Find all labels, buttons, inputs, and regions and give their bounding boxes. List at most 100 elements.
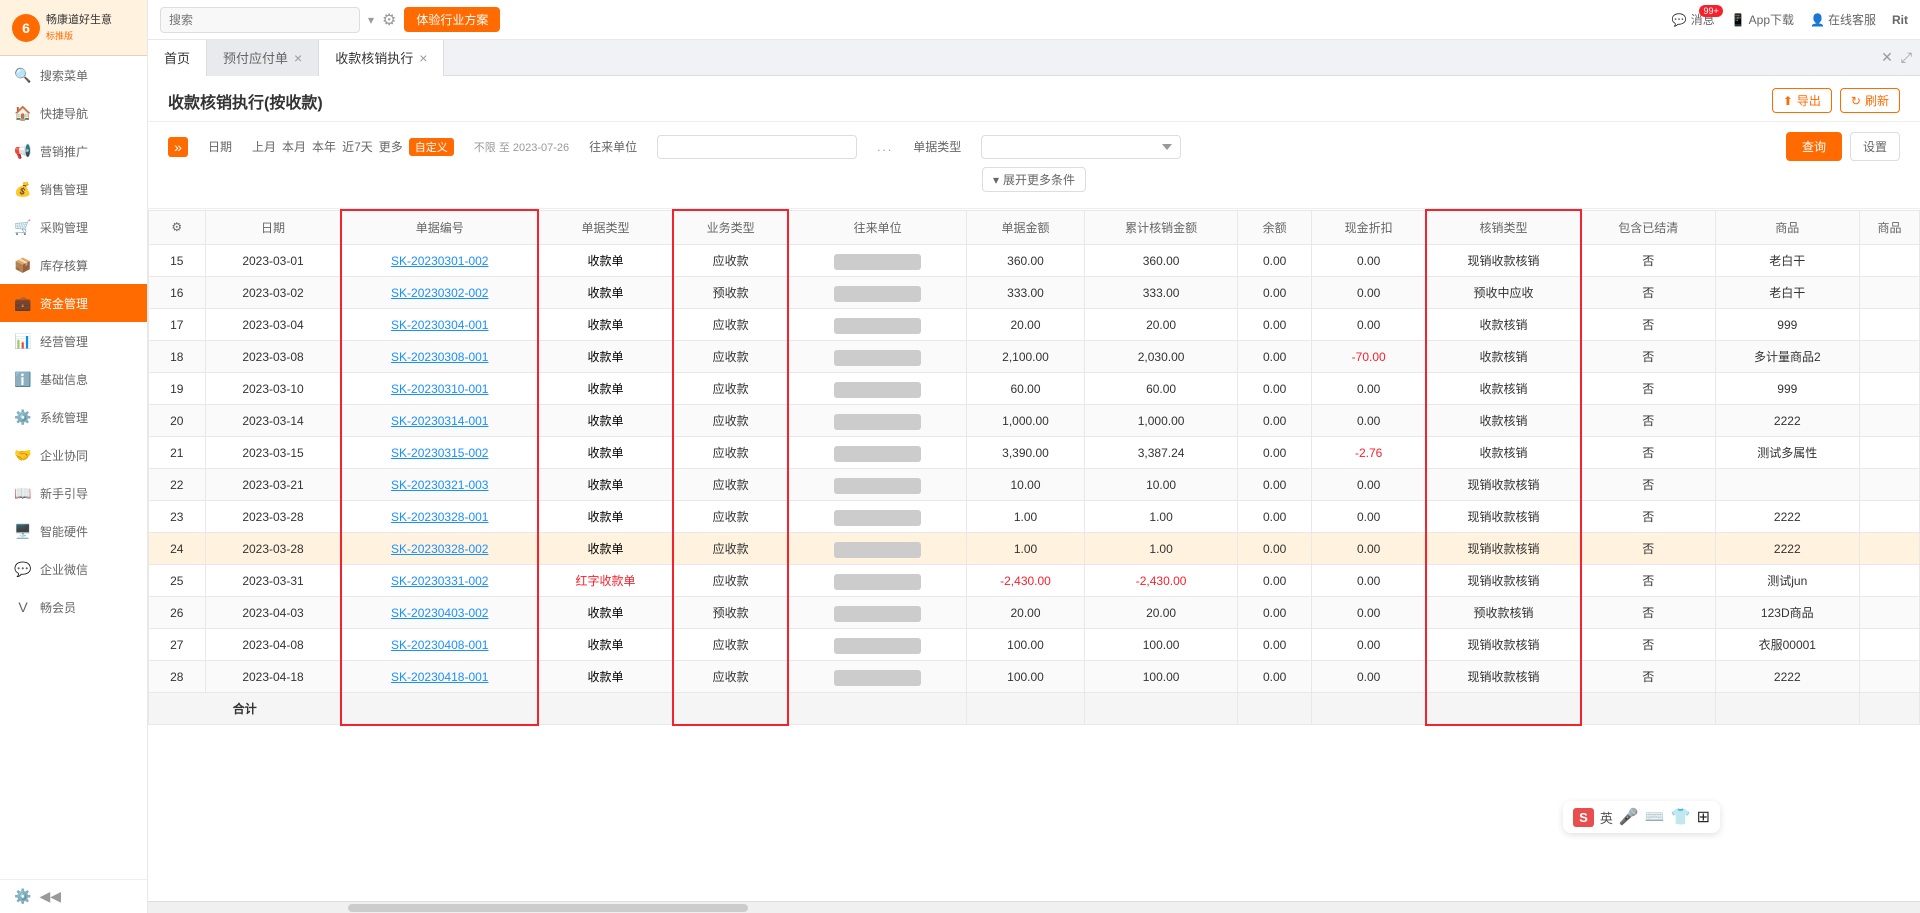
sidebar-item-purchase[interactable]: 🛒采购管理	[0, 208, 147, 246]
cell-date: 2023-03-02	[205, 277, 341, 309]
doc-no-link[interactable]: SK-20230308-001	[391, 350, 488, 364]
col-write-off-type[interactable]: 核销类型	[1426, 210, 1581, 245]
cell-discount: 0.00	[1312, 661, 1426, 693]
col-biz-type[interactable]: 业务类型	[673, 210, 788, 245]
cell-partner: ██████	[788, 245, 966, 277]
cell-date: 2023-04-08	[205, 629, 341, 661]
filter-action-buttons: 查询 设置	[1786, 132, 1900, 161]
col-product1[interactable]: 商品	[1715, 210, 1859, 245]
cell-product2	[1860, 661, 1920, 693]
cell-biz-type: 应收款	[673, 373, 788, 405]
sidebar-item-system[interactable]: ⚙️系统管理	[0, 398, 147, 436]
sidebar-item-enterprise[interactable]: 🤝企业协同	[0, 436, 147, 474]
doc-no-link[interactable]: SK-20230328-001	[391, 510, 488, 524]
col-doc-type[interactable]: 单据类型	[538, 210, 673, 245]
tab-prepayment[interactable]: 预付应付单 ×	[207, 40, 319, 76]
doc-type-filter-label: 单据类型	[913, 138, 961, 155]
scrollbar-thumb[interactable]	[348, 904, 748, 912]
more-filters-dots[interactable]: ...	[877, 140, 893, 154]
cell-write-off-type: 现销收款核销	[1426, 469, 1581, 501]
date-custom-btn[interactable]: 自定义	[409, 138, 454, 156]
col-included[interactable]: 包含已结清	[1581, 210, 1715, 245]
prepayment-tab-close[interactable]: ×	[294, 50, 302, 66]
date-last-7-days[interactable]: 近7天	[342, 138, 373, 155]
dropdown-arrow-icon[interactable]: ▾	[368, 13, 374, 27]
refresh-button[interactable]: ↻ 刷新	[1840, 88, 1900, 113]
user-profile[interactable]: Rit	[1892, 13, 1908, 27]
col-write-off-amount[interactable]: 累计核销金额	[1085, 210, 1238, 245]
cell-date: 2023-03-31	[205, 565, 341, 597]
collapse-icon[interactable]: ◀◀	[39, 888, 61, 905]
tab-collection[interactable]: 收款核销执行 ×	[319, 40, 444, 76]
doc-no-link[interactable]: SK-20230314-001	[391, 414, 488, 428]
horizontal-scrollbar[interactable]	[148, 901, 1920, 913]
doc-no-link[interactable]: SK-20230304-001	[391, 318, 488, 332]
page-title: 收款核销执行(按收款)	[168, 89, 323, 113]
cell-amount: 360.00	[966, 245, 1084, 277]
messages-button[interactable]: 💬 消息 99+	[1672, 11, 1715, 28]
table-footer: 合计	[149, 693, 1920, 725]
sidebar-item-search[interactable]: 🔍搜索菜单	[0, 56, 147, 94]
expand-conditions-button[interactable]: ▾ 展开更多条件	[982, 167, 1086, 192]
settings-icon[interactable]: ⚙️	[14, 888, 31, 905]
col-discount[interactable]: 现金折扣	[1312, 210, 1426, 245]
cell-included: 否	[1581, 469, 1715, 501]
sidebar-item-wechat[interactable]: 💬企业微信	[0, 550, 147, 588]
cell-product1: 999	[1715, 309, 1859, 341]
col-date[interactable]: 日期	[205, 210, 341, 245]
filter-expand-arrow[interactable]: »	[168, 137, 188, 157]
sidebar-item-shortcuts[interactable]: 🏠快捷导航	[0, 94, 147, 132]
doc-no-link[interactable]: SK-20230301-002	[391, 254, 488, 268]
sidebar-item-operations[interactable]: 📊经营管理	[0, 322, 147, 360]
collection-tab-close[interactable]: ×	[419, 50, 427, 66]
cell-discount: 0.00	[1312, 629, 1426, 661]
date-filter-label: 日期	[208, 138, 232, 155]
partner-input[interactable]	[657, 135, 857, 159]
sidebar-item-inventory[interactable]: 📦库存核算	[0, 246, 147, 284]
tab-home[interactable]: 首页	[148, 40, 207, 76]
doc-no-link[interactable]: SK-20230315-002	[391, 446, 488, 460]
col-balance[interactable]: 余额	[1238, 210, 1312, 245]
search-input[interactable]	[160, 7, 360, 33]
sidebar-item-finance[interactable]: 💼资金管理	[0, 284, 147, 322]
doc-no-link[interactable]: SK-20230331-002	[391, 574, 488, 588]
query-button[interactable]: 查询	[1786, 132, 1842, 161]
close-tab-icon[interactable]: ✕	[1881, 49, 1893, 66]
gear-icon[interactable]: ⚙	[382, 10, 396, 30]
prepayment-tab-label: 预付应付单	[223, 48, 288, 67]
online-service-link[interactable]: 👤 在线客服	[1810, 11, 1876, 28]
sidebar-item-hardware[interactable]: 🖥️智能硬件	[0, 512, 147, 550]
export-button[interactable]: ⬆ 导出	[1772, 88, 1832, 113]
col-settings[interactable]: ⚙	[149, 210, 206, 245]
setting-button[interactable]: 设置	[1850, 132, 1900, 161]
date-more[interactable]: 更多	[379, 138, 403, 155]
date-last-month[interactable]: 上月	[252, 138, 276, 155]
col-amount[interactable]: 单据金额	[966, 210, 1084, 245]
doc-type-select[interactable]	[981, 135, 1181, 159]
date-this-year[interactable]: 本年	[312, 138, 336, 155]
doc-no-link[interactable]: SK-20230310-001	[391, 382, 488, 396]
doc-no-link[interactable]: SK-20230418-001	[391, 670, 488, 684]
cell-write-off-type: 收款核销	[1426, 373, 1581, 405]
cell-amount: 3,390.00	[966, 437, 1084, 469]
doc-no-link[interactable]: SK-20230321-003	[391, 478, 488, 492]
sidebar-item-vip[interactable]: V畅会员	[0, 588, 147, 626]
col-partner[interactable]: 往来单位	[788, 210, 966, 245]
sidebar-item-guide[interactable]: 📖新手引导	[0, 474, 147, 512]
expand-tab-icon[interactable]: ⤢	[1901, 49, 1912, 66]
doc-no-link[interactable]: SK-20230328-002	[391, 542, 488, 556]
app-download-link[interactable]: 📱 App下载	[1731, 11, 1794, 28]
col-doc-no[interactable]: 单据编号	[341, 210, 538, 245]
doc-no-link[interactable]: SK-20230408-001	[391, 638, 488, 652]
date-this-month[interactable]: 本月	[282, 138, 306, 155]
doc-no-link[interactable]: SK-20230403-002	[391, 606, 488, 620]
main-area: ▾ ⚙ 体验行业方案 💬 消息 99+ 📱 App下载 👤 在线客服 Rit	[148, 0, 1920, 913]
sidebar-item-basic[interactable]: ℹ️基础信息	[0, 360, 147, 398]
sidebar-item-sales[interactable]: 💰销售管理	[0, 170, 147, 208]
cell-product1: 老白干	[1715, 245, 1859, 277]
sidebar-item-marketing[interactable]: 📢营销推广	[0, 132, 147, 170]
col-product2[interactable]: 商品	[1860, 210, 1920, 245]
industry-solution-button[interactable]: 体验行业方案	[404, 7, 500, 32]
doc-no-link[interactable]: SK-20230302-002	[391, 286, 488, 300]
home-tab-label: 首页	[164, 48, 190, 67]
